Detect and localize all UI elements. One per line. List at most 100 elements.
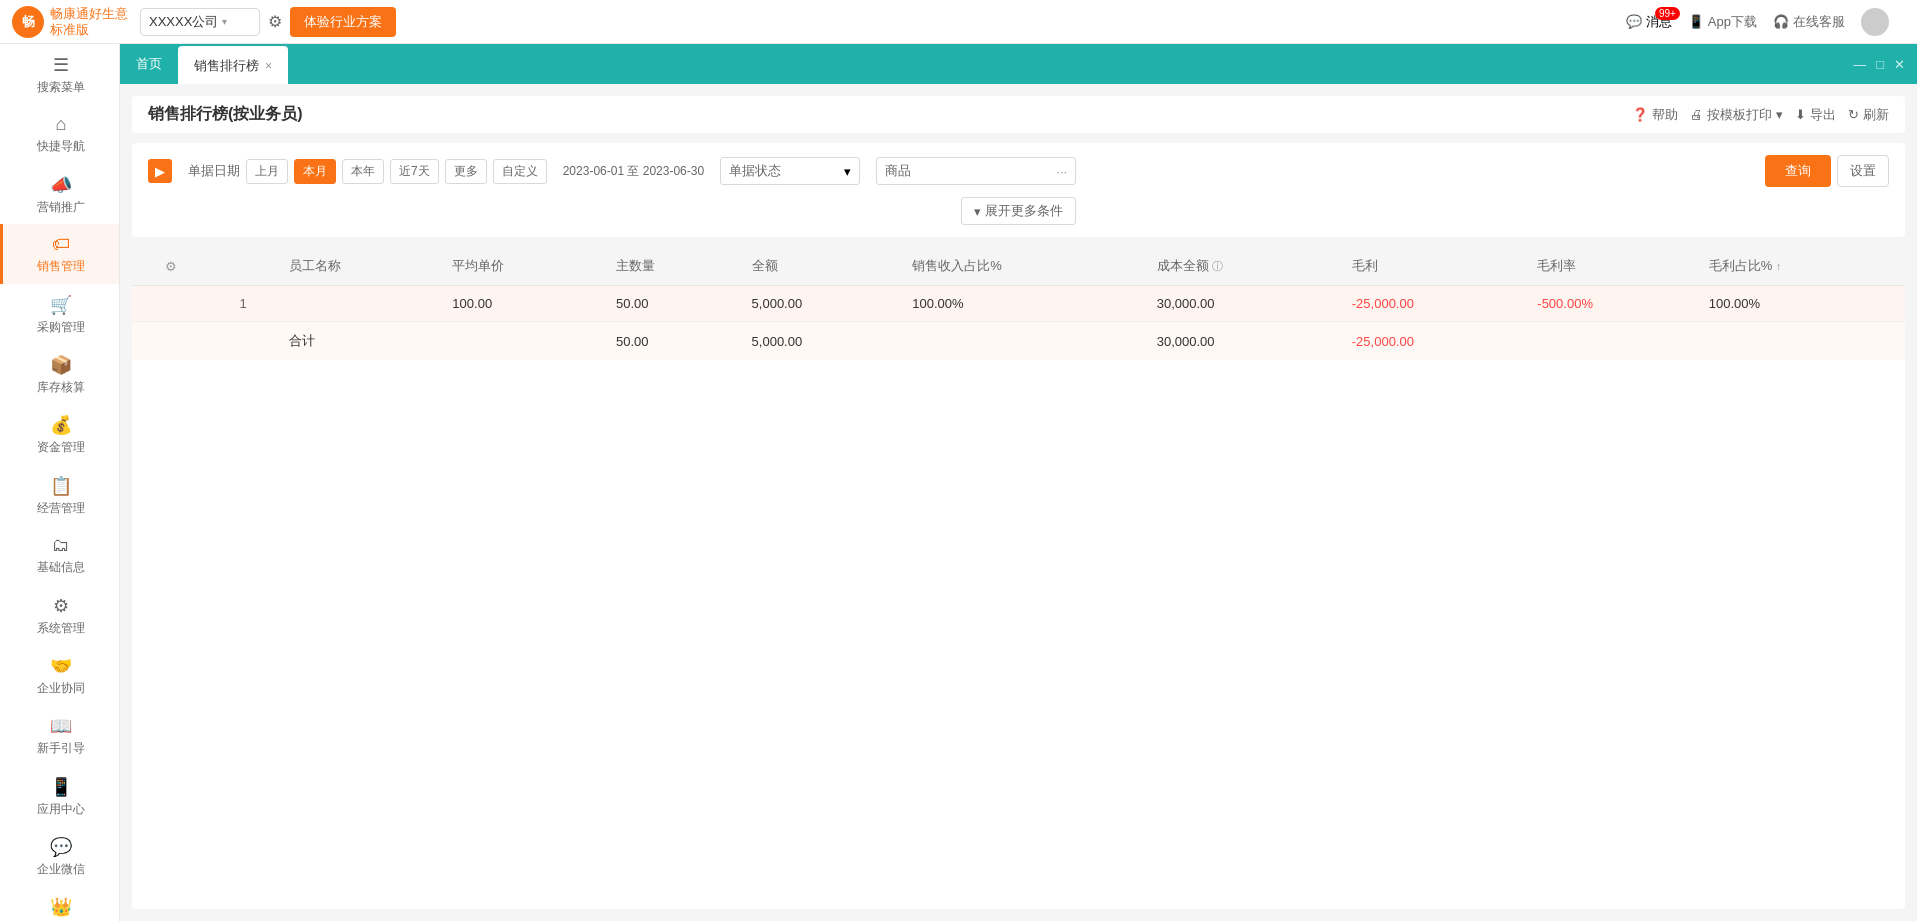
footer-settings (132, 322, 210, 361)
row-amount: 5,000.00 (740, 286, 901, 322)
company-selector[interactable]: XXXXX公司 ▾ (140, 8, 260, 36)
page-header: 销售排行榜(按业务员) ❓ 帮助 🖨 按模板打印 ▾ ⬇ 导出 (132, 96, 1905, 133)
sidebar-label: 企业协同 (37, 681, 85, 695)
sidebar-label: 应用中心 (37, 802, 85, 816)
sidebar-label: 搜索菜单 (37, 80, 85, 94)
date-filter-label: 单据日期 (188, 162, 240, 180)
expand-more-button[interactable]: ▾ 展开更多条件 (961, 197, 1076, 225)
sidebar-item-sales[interactable]: 🏷 销售管理 (0, 224, 119, 283)
date-btn-this-year[interactable]: 本年 (342, 159, 384, 184)
query-button[interactable]: 查询 (1765, 155, 1831, 187)
avatar[interactable] (1861, 8, 1889, 36)
page-title: 销售排行榜(按业务员) (148, 104, 303, 125)
sidebar-item-operations[interactable]: 📋 经营管理 (0, 465, 119, 525)
sidebar-item-wechat[interactable]: 💬 企业微信 (0, 826, 119, 886)
col-gross-profit: 毛利 (1340, 247, 1526, 286)
col-avg-price: 平均单价 (440, 247, 604, 286)
table-footer-row: 合计 50.00 5,000.00 30,000.00 -25,000.00 (132, 322, 1905, 361)
gross-pct-info-icon[interactable]: ↑ (1776, 260, 1782, 272)
footer-sales-pct (900, 322, 1144, 361)
basic-info-icon: 🗂 (52, 535, 70, 556)
sales-icon: 🏷 (52, 234, 70, 255)
sidebar-label: 资金管理 (37, 440, 85, 454)
sidebar-item-app-center[interactable]: 📱 应用中心 (0, 766, 119, 826)
sidebar-label: 基础信息 (37, 560, 85, 574)
footer-gross-profit: -25,000.00 (1340, 322, 1526, 361)
status-filter[interactable]: 单据状态 ▾ (720, 157, 860, 185)
row-employee (277, 286, 441, 322)
operations-icon: 📋 (50, 475, 72, 497)
filter-toggle-button[interactable]: ▶ (148, 159, 172, 183)
app-download[interactable]: 📱 App下载 (1688, 13, 1757, 31)
main-layout: ☰ 搜索菜单 ⌂ 快捷导航 📣 营销推广 🏷 销售管理 🛒 采购管理 📦 库存核… (0, 44, 1917, 921)
sidebar-item-marketing[interactable]: 📣 营销推广 (0, 164, 119, 224)
row-sales-pct: 100.00% (900, 286, 1144, 322)
refresh-button[interactable]: ↻ 刷新 (1848, 106, 1889, 124)
tab-home[interactable]: 首页 (120, 44, 178, 84)
inventory-icon: 📦 (50, 354, 72, 376)
tab-bar: 首页 销售排行榜 × — □ ✕ (120, 44, 1917, 84)
date-btn-this-month[interactable]: 本月 (294, 159, 336, 184)
footer-avg-price (440, 322, 604, 361)
sidebar-item-basic-info[interactable]: 🗂 基础信息 (0, 525, 119, 584)
marketing-icon: 📣 (50, 174, 72, 196)
goods-filter[interactable]: 商品 ··· (876, 157, 1076, 185)
sidebar-item-member[interactable]: 👑 畅会员 (0, 886, 119, 921)
sidebar-item-purchase[interactable]: 🛒 采购管理 (0, 284, 119, 344)
message-area[interactable]: 💬 消息 99+ (1626, 13, 1672, 31)
col-employee: 员工名称 (277, 247, 441, 286)
system-icon: ⚙ (53, 595, 69, 617)
expand-chevron-icon: ▾ (974, 204, 981, 219)
tab-sales-ranking[interactable]: 销售排行榜 × (178, 46, 288, 86)
logo-icon: 畅 (12, 6, 44, 38)
sidebar-item-guide[interactable]: 📖 新手引导 (0, 705, 119, 765)
tab-close-icon[interactable]: × (265, 59, 272, 73)
headset-icon: 🎧 (1773, 14, 1789, 29)
message-badge: 99+ (1655, 7, 1680, 20)
message-icon: 💬 (1626, 14, 1642, 29)
guide-icon: 📖 (50, 715, 72, 737)
settings-button[interactable]: 设置 (1837, 155, 1889, 187)
sidebar-item-enterprise-coop[interactable]: 🤝 企业协同 (0, 645, 119, 705)
purchase-icon: 🛒 (50, 294, 72, 316)
export-button[interactable]: ⬇ 导出 (1795, 106, 1836, 124)
date-range-text: 2023-06-01 至 2023-06-30 (563, 163, 704, 180)
app-center-icon: 📱 (50, 776, 72, 798)
filter-buttons: 查询 设置 (1765, 155, 1889, 187)
search-menu-icon: ☰ (53, 54, 69, 76)
sidebar-item-search[interactable]: ☰ 搜索菜单 (0, 44, 119, 104)
sidebar-item-system[interactable]: ⚙ 系统管理 (0, 585, 119, 645)
top-bar: 畅 畅康通好生意 标准版 XXXXX公司 ▾ ⚙ 体验行业方案 💬 消息 99+… (0, 0, 1917, 44)
cost-info-icon[interactable]: ⓘ (1212, 260, 1223, 272)
sales-ranking-table: ⚙ 员工名称 平均单价 主数量 全额 销售收入占比% 成本全额 ⓘ 毛利 毛利率 (132, 247, 1905, 360)
sidebar-item-inventory[interactable]: 📦 库存核算 (0, 344, 119, 404)
refresh-icon: ↻ (1848, 107, 1859, 122)
table-row: 1 100.00 50.00 5,000.00 100.00% 30,000.0… (132, 286, 1905, 322)
sidebar-item-finance[interactable]: 💰 资金管理 (0, 404, 119, 464)
minimize-icon[interactable]: — (1853, 57, 1866, 72)
close-window-icon[interactable]: ✕ (1894, 57, 1905, 72)
col-settings[interactable]: ⚙ (132, 247, 210, 286)
sidebar-label: 销售管理 (37, 259, 85, 273)
row-avg-price: 100.00 (440, 286, 604, 322)
trial-button[interactable]: 体验行业方案 (290, 7, 396, 37)
date-btn-custom[interactable]: 自定义 (493, 159, 547, 184)
help-icon: ❓ (1632, 107, 1648, 122)
filter-area: ▶ 单据日期 上月 本月 本年 近7天 更多 自定义 2023-06-01 至 … (132, 143, 1905, 237)
maximize-icon[interactable]: □ (1876, 57, 1884, 72)
print-button[interactable]: 🖨 按模板打印 ▾ (1690, 106, 1783, 124)
row-settings (132, 286, 210, 322)
help-button[interactable]: ❓ 帮助 (1632, 106, 1678, 124)
company-name: XXXXX公司 (149, 13, 218, 31)
table-header-row: ⚙ 员工名称 平均单价 主数量 全额 销售收入占比% 成本全额 ⓘ 毛利 毛利率 (132, 247, 1905, 286)
sidebar-item-quick-nav[interactable]: ⌂ 快捷导航 (0, 104, 119, 163)
goods-more-icon[interactable]: ··· (1056, 164, 1067, 179)
date-btn-more[interactable]: 更多 (445, 159, 487, 184)
export-icon: ⬇ (1795, 107, 1806, 122)
date-range-display: 2023-06-01 至 2023-06-30 (563, 163, 704, 180)
online-support[interactable]: 🎧 在线客服 (1773, 13, 1845, 31)
chevron-down-icon: ▾ (222, 16, 227, 27)
company-settings-icon[interactable]: ⚙ (268, 12, 282, 31)
date-btn-7days[interactable]: 近7天 (390, 159, 439, 184)
date-btn-last-month[interactable]: 上月 (246, 159, 288, 184)
